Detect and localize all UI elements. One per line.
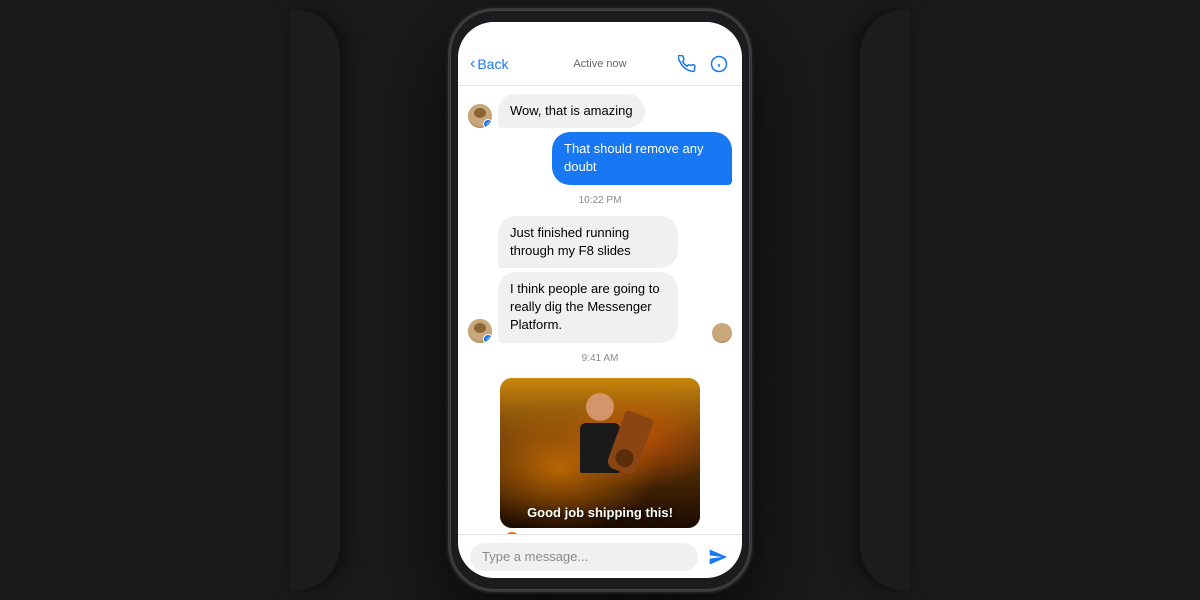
message-row-sent: That should remove any doubt: [468, 132, 732, 184]
message-row: Just finished running through my F8 slid…: [468, 216, 732, 268]
input-placeholder: Type a message...: [482, 549, 588, 564]
sent-bubble: That should remove any doubt: [552, 132, 732, 184]
nav-center: Active now: [573, 58, 626, 70]
message-text: Just finished running through my F8 slid…: [510, 225, 631, 258]
card-message: Good job shipping this! JibJab Reply: [468, 378, 732, 535]
timestamp: 10:22 PM: [468, 195, 732, 206]
left-phone-partial: [290, 10, 340, 590]
input-area: Type a message...: [458, 534, 742, 578]
info-icon[interactable]: [708, 53, 730, 75]
timestamp-text: 10:22 PM: [579, 195, 622, 206]
message-bubble: I think people are going to really dig t…: [498, 272, 678, 343]
avatar-badge: [483, 334, 492, 343]
scene: ‹ Back Active now: [0, 0, 1200, 600]
active-status: Active now: [573, 58, 626, 70]
back-label[interactable]: Back: [477, 56, 508, 72]
guitar-figure: [555, 393, 645, 503]
message-row: Wow, that is amazing: [468, 94, 732, 128]
back-button[interactable]: ‹ Back: [470, 55, 508, 73]
gif-caption: Good job shipping this!: [500, 505, 700, 520]
figure-head: [586, 393, 614, 421]
send-button[interactable]: [706, 545, 730, 569]
phone-screen: ‹ Back Active now: [458, 22, 742, 578]
message-text: I think people are going to really dig t…: [510, 281, 660, 332]
right-phone-partial: [860, 10, 910, 590]
sent-message-text: That should remove any doubt: [564, 141, 703, 174]
message-bubble: Wow, that is amazing: [498, 94, 645, 128]
read-receipt-avatar: [712, 323, 732, 343]
figure-body: [580, 423, 620, 473]
nav-icons: [676, 53, 730, 75]
avatar: [468, 104, 492, 128]
timestamp-2: 9:41 AM: [468, 353, 732, 364]
message-text: Wow, that is amazing: [510, 103, 633, 118]
avatar-badge: [483, 119, 492, 128]
gif-container: Good job shipping this!: [500, 378, 700, 528]
timestamp-text-2: 9:41 AM: [582, 353, 619, 364]
chevron-left-icon: ‹: [470, 55, 475, 73]
status-bar: [458, 22, 742, 42]
message-row: I think people are going to really dig t…: [468, 272, 732, 343]
message-input[interactable]: Type a message...: [470, 543, 698, 571]
avatar: [468, 319, 492, 343]
message-bubble: Just finished running through my F8 slid…: [498, 216, 678, 268]
phone-device: ‹ Back Active now: [450, 10, 750, 590]
nav-header: ‹ Back Active now: [458, 42, 742, 86]
phone-icon[interactable]: [676, 53, 698, 75]
messages-area: Wow, that is amazing That should remove …: [458, 86, 742, 534]
